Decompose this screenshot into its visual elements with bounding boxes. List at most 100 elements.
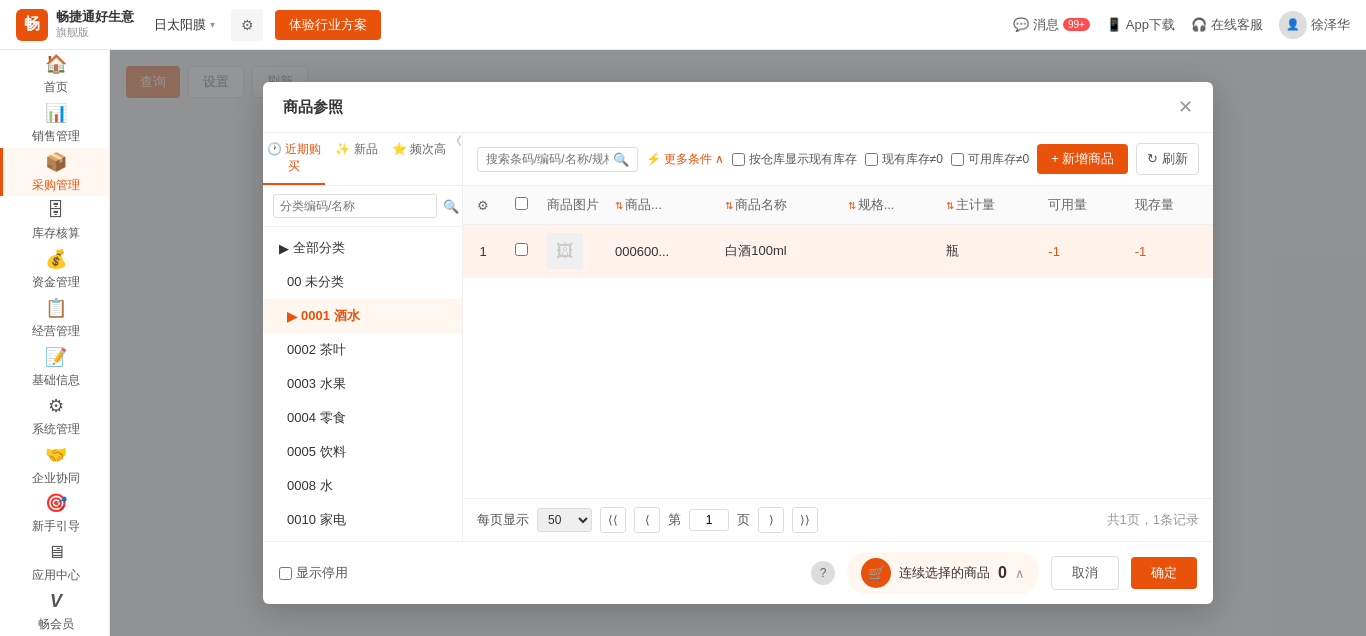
sidebar-item-basic[interactable]: 📝 基础信息 <box>0 343 109 392</box>
category-item-0008[interactable]: 0008 水 <box>263 469 462 503</box>
search-icon: 🔍 <box>613 152 629 167</box>
sort-icon-unit[interactable]: ⇅ <box>946 200 954 211</box>
nav-store[interactable]: 日太阳膜 ▾ <box>154 16 215 34</box>
row-unit: 瓶 <box>938 225 1040 278</box>
table-row[interactable]: 1 🖼 000600... 白酒100ml <box>463 225 1213 278</box>
page-number-input[interactable] <box>689 509 729 531</box>
left-tabs: 🕐 近期购买 ✨ 新品 ⭐ 频次高 《 <box>263 133 462 186</box>
category-item-0004[interactable]: 0004 零食 <box>263 401 462 435</box>
help-btn[interactable]: ? <box>811 561 835 585</box>
sidebar-item-system[interactable]: ⚙ 系统管理 <box>0 392 109 441</box>
purchase-icon: 📦 <box>45 151 67 173</box>
vip-icon: V <box>50 591 62 612</box>
th-image: 商品图片 <box>539 186 607 225</box>
checkbox-available-ne0[interactable]: 可用库存≠0 <box>951 151 1029 168</box>
checkbox-available-input[interactable] <box>951 153 964 166</box>
row-image-cell: 🖼 <box>539 225 607 278</box>
checkbox-warehouse-label: 按仓库显示现有库存 <box>749 151 857 168</box>
home-icon: 🏠 <box>45 53 67 75</box>
row-checkbox[interactable] <box>515 243 528 256</box>
refresh-btn[interactable]: ↻ 刷新 <box>1136 143 1199 175</box>
sidebar-item-home[interactable]: 🏠 首页 <box>0 50 109 99</box>
product-search-input[interactable] <box>486 152 609 166</box>
category-item-0003[interactable]: 0003 水果 <box>263 367 462 401</box>
modal-footer: 显示停用 ? 🛒 连续选择的商品 0 ∧ 取消 确定 <box>263 541 1213 604</box>
cancel-btn[interactable]: 取消 <box>1051 556 1119 590</box>
refresh-icon: ↻ <box>1147 151 1158 166</box>
sidebar-label-inventory: 库存核算 <box>32 225 80 242</box>
sort-icon-code[interactable]: ⇅ <box>615 200 623 211</box>
content-area: 查询 设置 刷新 商品参照 ✕ <box>110 50 1366 636</box>
nav-msg[interactable]: 💬 消息 99+ <box>1013 16 1090 34</box>
category-item-0002[interactable]: 0002 茶叶 <box>263 333 462 367</box>
nav-user[interactable]: 👤 徐泽华 <box>1279 11 1350 39</box>
settings-icon[interactable]: ⚙ <box>477 198 489 213</box>
sidebar-item-inventory[interactable]: 🗄 库存核算 <box>0 196 109 245</box>
tab-recent[interactable]: 🕐 近期购买 <box>263 133 325 185</box>
sidebar-item-purchase[interactable]: 📦 采购管理 <box>0 148 109 197</box>
category-search-icon[interactable]: 🔍 <box>443 199 459 214</box>
th-image-label: 商品图片 <box>547 197 599 212</box>
nav-gear-btn[interactable]: ⚙ <box>231 9 263 41</box>
sidebar-item-enterprise[interactable]: 🤝 企业协同 <box>0 441 109 490</box>
sort-icon-spec[interactable]: ⇅ <box>848 200 856 211</box>
collapse-left-btn[interactable]: 《 <box>450 133 462 185</box>
page-next-btn[interactable]: ⟩ <box>758 507 784 533</box>
page-prev-btn[interactable]: ⟨ <box>634 507 660 533</box>
sidebar-label-guide: 新手引导 <box>32 518 80 535</box>
per-page-label: 每页显示 <box>477 511 529 529</box>
category-item-00[interactable]: 00 未分类 <box>263 265 462 299</box>
select-all-checkbox[interactable] <box>515 197 528 210</box>
sidebar-item-vip[interactable]: V 畅会员 <box>0 587 109 636</box>
sidebar-item-apps[interactable]: 🖥 应用中心 <box>0 538 109 587</box>
tab-frequent[interactable]: ⭐ 频次高 <box>388 133 450 185</box>
category-search-input[interactable] <box>273 194 437 218</box>
nav-app[interactable]: 📱 App下载 <box>1106 16 1175 34</box>
checkbox-stock-ne0[interactable]: 现有库存≠0 <box>865 151 943 168</box>
th-name: ⇅ 商品名称 <box>717 186 839 225</box>
category-item-0010[interactable]: 0010 家电 <box>263 503 462 537</box>
checkbox-stock-input[interactable] <box>865 153 878 166</box>
sidebar-item-guide[interactable]: 🎯 新手引导 <box>0 489 109 538</box>
exp-btn[interactable]: 体验行业方案 <box>275 10 381 40</box>
cat0010-label: 0010 家电 <box>287 511 346 529</box>
sidebar-label-vip: 畅会员 <box>38 616 74 633</box>
page-size-select[interactable]: 50 100 200 <box>537 508 592 532</box>
page-last-btn[interactable]: ⟩⟩ <box>792 507 818 533</box>
modal-close-btn[interactable]: ✕ <box>1178 96 1193 118</box>
page-label: 第 <box>668 511 681 529</box>
checkbox-warehouse-input[interactable] <box>732 153 745 166</box>
page-first-btn[interactable]: ⟨⟨ <box>600 507 626 533</box>
tab-new[interactable]: ✨ 新品 <box>325 133 387 185</box>
sort-icon-name[interactable]: ⇅ <box>725 200 733 211</box>
filter-label: 更多条件 <box>664 151 712 168</box>
msg-icon: 💬 <box>1013 17 1029 32</box>
all-label: 全部分类 <box>293 239 345 257</box>
product-modal: 商品参照 ✕ 🕐 近期购买 ✨ <box>263 82 1213 604</box>
logo-text: 畅捷通好生意 <box>56 9 134 25</box>
modal-header: 商品参照 ✕ <box>263 82 1213 133</box>
show-disabled-label[interactable]: 显示停用 <box>279 564 348 582</box>
confirm-btn[interactable]: 确定 <box>1131 557 1197 589</box>
cart-icon[interactable]: 🛒 <box>861 558 891 588</box>
checkbox-by-warehouse[interactable]: 按仓库显示现有库存 <box>732 151 857 168</box>
category-item-all[interactable]: ▶ 全部分类 <box>263 231 462 265</box>
nav-online[interactable]: 🎧 在线客服 <box>1191 16 1263 34</box>
sidebar-label-finance: 资金管理 <box>32 274 80 291</box>
sidebar-item-sales[interactable]: 📊 销售管理 <box>0 99 109 148</box>
category-item-0005[interactable]: 0005 饮料 <box>263 435 462 469</box>
th-unit-label: 主计量 <box>956 196 995 214</box>
row-available: -1 <box>1040 225 1126 278</box>
sidebar-item-operation[interactable]: 📋 经营管理 <box>0 294 109 343</box>
store-dropdown-icon: ▾ <box>210 19 215 30</box>
add-product-btn[interactable]: + 新增商品 <box>1037 144 1128 174</box>
sidebar-label-purchase: 采购管理 <box>32 177 80 194</box>
category-item-0001[interactable]: ▶ 0001 酒水 <box>263 299 462 333</box>
logo-icon: 畅 <box>16 9 48 41</box>
filter-more-btn[interactable]: ⚡ 更多条件 ∧ <box>646 151 724 168</box>
cart-collapse-btn[interactable]: ∧ <box>1015 566 1025 581</box>
sidebar-item-finance[interactable]: 💰 资金管理 <box>0 245 109 294</box>
show-disabled-checkbox[interactable] <box>279 567 292 580</box>
msg-label: 消息 <box>1033 16 1059 34</box>
sidebar: 🏠 首页 📊 销售管理 📦 采购管理 🗄 库存核算 💰 资金管理 📋 经营管理 … <box>0 50 110 636</box>
